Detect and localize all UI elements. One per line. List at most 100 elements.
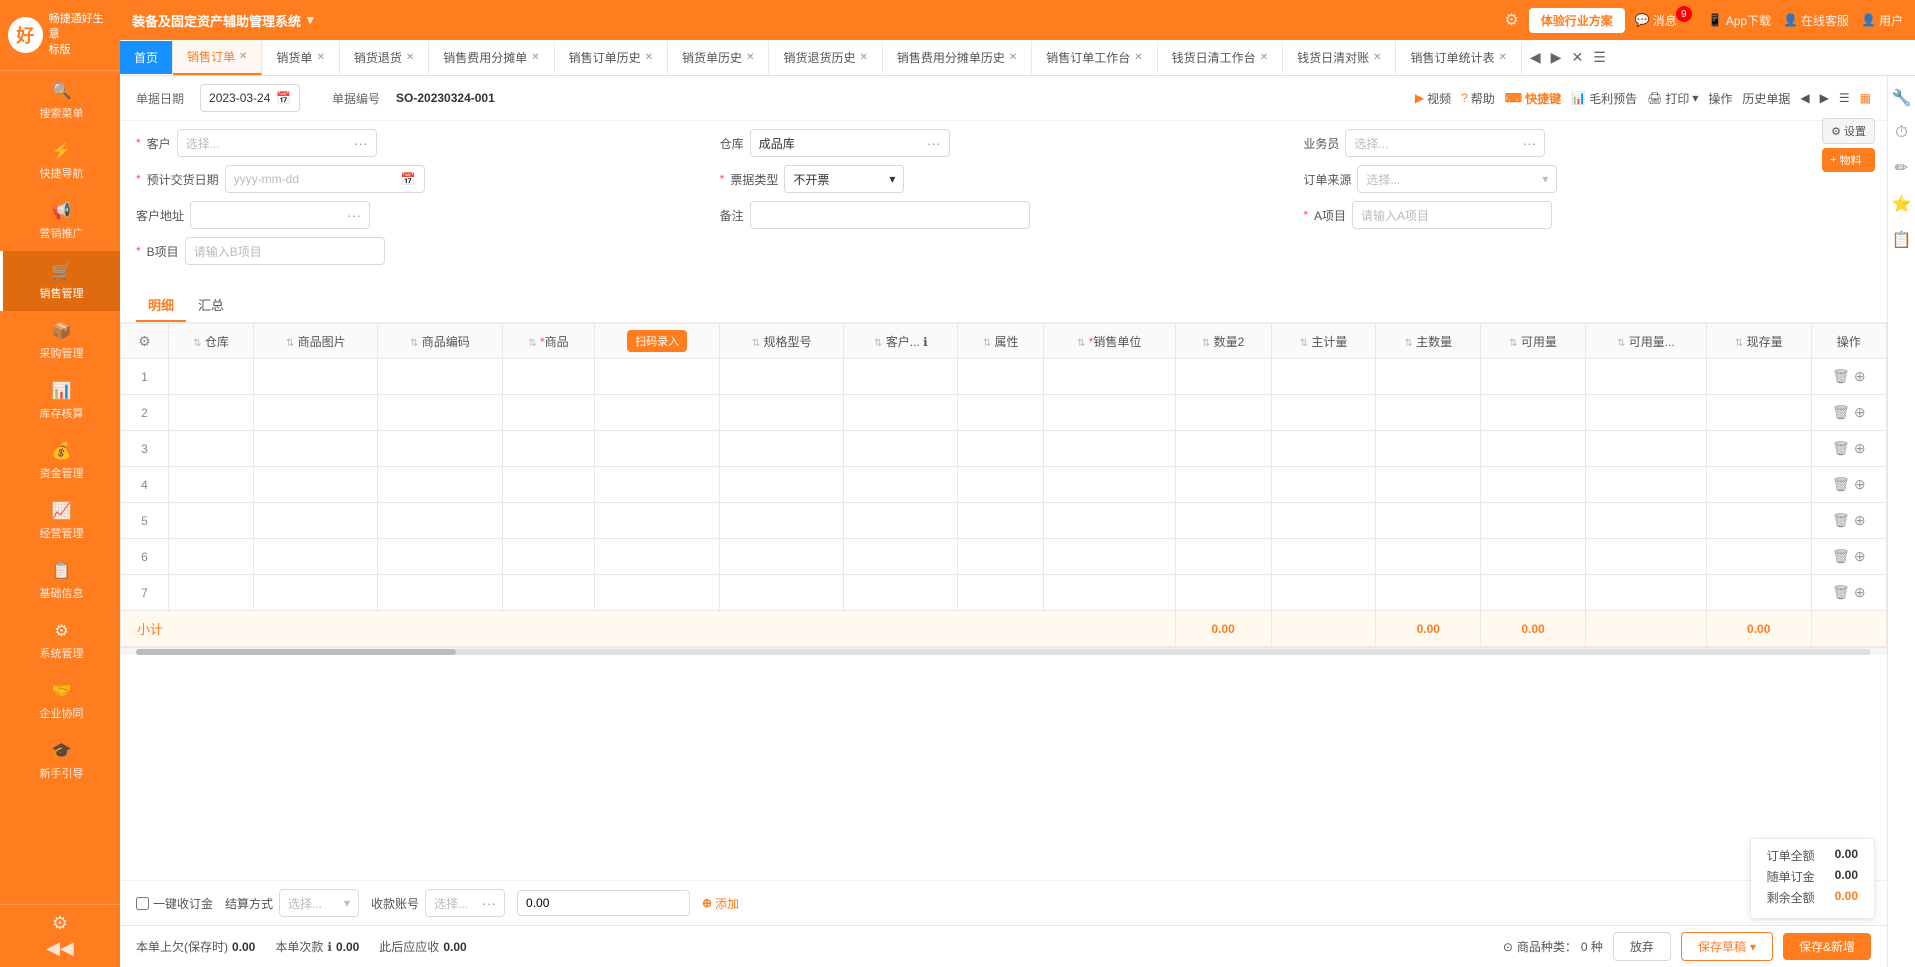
sidebar-item-management[interactable]: 📈 经营管理 bbox=[0, 491, 120, 551]
operate-btn[interactable]: 操作 bbox=[1708, 90, 1732, 107]
profit-btn[interactable]: 📊 毛利预告 bbox=[1571, 90, 1637, 107]
delivery-date-input[interactable]: yyyy-mm-dd 📅 bbox=[225, 165, 425, 193]
next-record-icon[interactable]: ▶ bbox=[1820, 91, 1829, 105]
note-input[interactable] bbox=[750, 201, 1030, 229]
row-1-attr[interactable] bbox=[958, 359, 1043, 395]
a-project-input[interactable]: 请输入A项目 bbox=[1352, 201, 1552, 229]
row-3-delete-icon[interactable]: 🗑 bbox=[1832, 440, 1850, 457]
tab-daily-clear-workbench[interactable]: 钱货日清工作台 ✕ bbox=[1158, 41, 1283, 74]
row-3-copy-icon[interactable]: ⊕ bbox=[1854, 440, 1866, 457]
th-scan[interactable]: 扫码录入 bbox=[595, 324, 720, 359]
form-view-icon[interactable]: ▦ bbox=[1860, 91, 1871, 105]
sidebar-item-marketing[interactable]: 📢 营销推广 bbox=[0, 191, 120, 251]
row-7-delete-icon[interactable]: 🗑 bbox=[1832, 584, 1850, 601]
tab-detail[interactable]: 明细 bbox=[136, 289, 186, 322]
right-clock-icon[interactable]: ⏱ bbox=[1891, 120, 1911, 146]
tab-close-9[interactable]: ✕ bbox=[1134, 52, 1142, 63]
row-4-copy-icon[interactable]: ⊕ bbox=[1854, 476, 1866, 493]
tab-close-8[interactable]: ✕ bbox=[1009, 52, 1017, 63]
tab-sales-order-history[interactable]: 销售订单历史 ✕ bbox=[555, 41, 668, 74]
row-1-delete-icon[interactable]: 🗑 bbox=[1832, 368, 1850, 385]
row-2-copy-icon[interactable]: ⊕ bbox=[1854, 404, 1866, 421]
warehouse-input[interactable]: 成品库 ··· bbox=[750, 129, 950, 157]
row-2-delete-icon[interactable]: 🗑 bbox=[1832, 404, 1850, 421]
row-1-cust-code[interactable] bbox=[844, 359, 958, 395]
save-new-btn[interactable]: 保存&新增 bbox=[1783, 933, 1871, 960]
tab-close-2[interactable]: ✕ bbox=[316, 52, 324, 63]
tab-expense-history[interactable]: 销售费用分摊单历史 ✕ bbox=[883, 41, 1032, 74]
account-select[interactable]: 选择... ··· bbox=[425, 889, 505, 917]
save-draft-btn[interactable]: 保存草稿 ▾ bbox=[1681, 932, 1773, 961]
tab-daily-reconcile[interactable]: 钱货日清对账 ✕ bbox=[1283, 41, 1396, 74]
order-source-input[interactable]: 选择... ▾ bbox=[1357, 165, 1557, 193]
shortcut-btn[interactable]: ⌨ 快捷键 bbox=[1505, 90, 1561, 107]
scrollbar-thumb[interactable] bbox=[136, 649, 456, 655]
row-1-copy-icon[interactable]: ⊕ bbox=[1854, 368, 1866, 385]
tab-close-4[interactable]: ✕ bbox=[531, 52, 539, 63]
row-4-delete-icon[interactable]: 🗑 bbox=[1832, 476, 1850, 493]
save-draft-dropdown-icon[interactable]: ▾ bbox=[1750, 940, 1756, 954]
tab-sales-goods[interactable]: 销货单 ✕ bbox=[262, 41, 339, 74]
add-material-btn[interactable]: + 物料 bbox=[1822, 148, 1875, 172]
app-download-btn[interactable]: 📱 App下载 bbox=[1708, 12, 1771, 29]
settings-bottom-icon[interactable]: ⚙ bbox=[52, 913, 68, 934]
topbar-gear-icon[interactable]: ⚙ bbox=[1504, 10, 1518, 30]
tab-order-workbench[interactable]: 销售订单工作台 ✕ bbox=[1032, 41, 1157, 74]
tab-close-11[interactable]: ✕ bbox=[1373, 52, 1381, 63]
row-2-spec[interactable] bbox=[720, 395, 844, 431]
row-1-main-qty[interactable] bbox=[1376, 359, 1481, 395]
right-form-icon[interactable]: 📋 bbox=[1888, 226, 1915, 254]
tab-close-12[interactable]: ✕ bbox=[1499, 52, 1507, 63]
tab-close-3[interactable]: ✕ bbox=[406, 52, 414, 63]
solution-btn[interactable]: 体验行业方案 bbox=[1529, 8, 1625, 33]
row-2-unit[interactable] bbox=[1043, 395, 1175, 431]
table-settings-icon[interactable]: ⚙ bbox=[138, 333, 151, 349]
row-2-cust-code[interactable] bbox=[844, 395, 958, 431]
prev-record-icon[interactable]: ◀ bbox=[1800, 91, 1809, 105]
row-1-warehouse[interactable] bbox=[168, 359, 253, 395]
tab-close-7[interactable]: ✕ bbox=[859, 52, 867, 63]
sidebar-item-sales[interactable]: 🛒 销售管理 bbox=[0, 251, 120, 311]
row-2-attr[interactable] bbox=[958, 395, 1043, 431]
list-view-icon[interactable]: ☰ bbox=[1839, 91, 1850, 105]
tab-return-history[interactable]: 销货退货历史 ✕ bbox=[769, 41, 882, 74]
payment-method-select[interactable]: 选择... ▾ bbox=[279, 889, 359, 917]
message-btn[interactable]: 💬 消息 9 bbox=[1635, 12, 1696, 29]
one-click-label[interactable]: 一键收订金 bbox=[136, 895, 213, 912]
user-btn[interactable]: 👤 用户 bbox=[1861, 12, 1903, 29]
tab-sales-stats[interactable]: 销售订单统计表 ✕ bbox=[1396, 41, 1521, 74]
tab-close-10[interactable]: ✕ bbox=[1260, 52, 1268, 63]
sidebar-item-inventory[interactable]: 📊 库存核算 bbox=[0, 371, 120, 431]
settings-form-btn[interactable]: ⚙ 设置 bbox=[1822, 118, 1875, 144]
th-gear[interactable]: ⚙ bbox=[121, 324, 169, 359]
tab-prev-icon[interactable]: ◀ bbox=[1526, 47, 1545, 68]
add-payment-btn[interactable]: ⊕ 添加 bbox=[702, 895, 739, 912]
customer-input[interactable]: 选择... ··· bbox=[177, 129, 377, 157]
row-5-copy-icon[interactable]: ⊕ bbox=[1854, 512, 1866, 529]
row-1-product[interactable] bbox=[502, 359, 595, 395]
sidebar-item-system[interactable]: ⚙ 系统管理 bbox=[0, 611, 120, 671]
sidebar-item-quick-nav[interactable]: ⚡ 快捷导航 bbox=[0, 131, 120, 191]
tab-close-sales-order[interactable]: ✕ bbox=[239, 51, 247, 62]
sidebar-item-base-info[interactable]: 📋 基础信息 bbox=[0, 551, 120, 611]
print-btn[interactable]: 🖨 打印 ▾ bbox=[1647, 90, 1698, 107]
row-6-delete-icon[interactable]: 🗑 bbox=[1832, 548, 1850, 565]
row-1-spec[interactable] bbox=[720, 359, 844, 395]
sidebar-item-guide[interactable]: 🎓 新手引导 bbox=[0, 731, 120, 791]
topbar-dropdown-icon[interactable]: ▾ bbox=[307, 12, 314, 28]
row-7-copy-icon[interactable]: ⊕ bbox=[1854, 584, 1866, 601]
tab-sales-order[interactable]: 销售订单 ✕ bbox=[173, 40, 262, 75]
b-project-input[interactable]: 请输入B项目 bbox=[185, 237, 385, 265]
sidebar-item-enterprise[interactable]: 🤝 企业协同 bbox=[0, 671, 120, 731]
sidebar-item-purchase[interactable]: 📦 采购管理 bbox=[0, 311, 120, 371]
row-6-copy-icon[interactable]: ⊕ bbox=[1854, 548, 1866, 565]
table-scrollbar[interactable] bbox=[120, 647, 1887, 655]
tab-home[interactable]: 首页 bbox=[120, 41, 173, 74]
row-2-warehouse[interactable] bbox=[168, 395, 253, 431]
row-1-unit[interactable] bbox=[1043, 359, 1175, 395]
right-tool-icon[interactable]: 🔧 bbox=[1888, 84, 1915, 112]
right-edit-icon[interactable]: ✏ bbox=[1891, 154, 1912, 182]
salesperson-input[interactable]: 选择... ··· bbox=[1345, 129, 1545, 157]
customer-address-input[interactable]: ··· bbox=[190, 201, 370, 229]
row-1-code[interactable] bbox=[378, 359, 502, 395]
